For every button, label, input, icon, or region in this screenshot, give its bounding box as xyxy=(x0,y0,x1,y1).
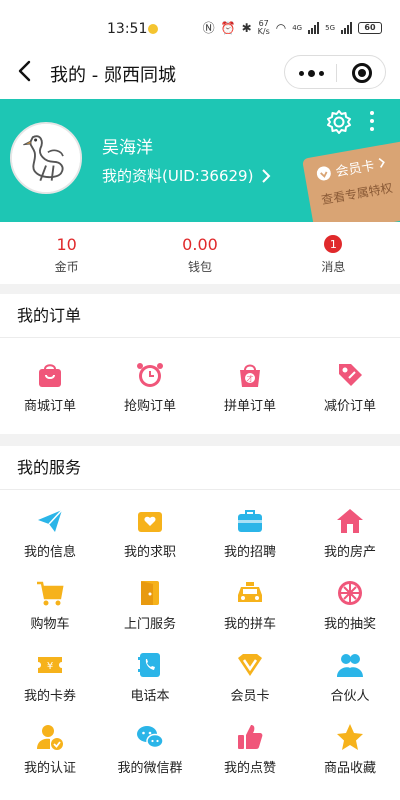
signal-label-1: 4G xyxy=(292,23,303,32)
service-vip-card[interactable]: 会员卡 xyxy=(200,636,300,708)
service-partners[interactable]: 合伙人 xyxy=(300,636,400,708)
battery-icon: 60 xyxy=(358,21,382,34)
order-mall[interactable]: 商城订单 xyxy=(0,338,100,428)
briefcase-icon xyxy=(238,510,262,532)
vip-card-label: 会员卡 xyxy=(334,158,376,181)
page-title: 我的 - 郧西同城 xyxy=(50,65,176,86)
cart-icon xyxy=(37,581,64,606)
wallet-value: 0.00 xyxy=(182,234,218,254)
lottery-wheel-icon xyxy=(338,581,362,605)
vip-card-badge[interactable]: 会员卡 查看专属特权 xyxy=(302,138,400,222)
partners-icon xyxy=(337,654,363,677)
service-recruitment[interactable]: 我的招聘 xyxy=(200,492,300,564)
order-price-cut[interactable]: 减价订单 xyxy=(300,338,400,428)
order-group-buy[interactable]: 才 拼单订单 xyxy=(200,338,300,428)
settings-gear-icon[interactable] xyxy=(326,109,352,135)
service-coupons[interactable]: ¥ 我的卡券 xyxy=(0,636,100,708)
house-icon xyxy=(337,509,363,533)
job-envelope-icon xyxy=(138,512,162,532)
thumbs-up-icon xyxy=(238,725,263,749)
signal-label-2: 5G xyxy=(325,23,335,32)
message-count-badge: 1 xyxy=(324,235,343,253)
back-arrow-icon[interactable] xyxy=(14,58,36,84)
orders-title: 我的订单 xyxy=(0,294,400,338)
alarm-clock-icon xyxy=(137,363,163,387)
svg-text:才: 才 xyxy=(247,374,254,383)
price-tag-icon xyxy=(339,364,362,386)
service-my-info[interactable]: 我的信息 xyxy=(0,492,100,564)
vip-chevron-icon xyxy=(378,157,385,168)
signal-bars-icon xyxy=(308,21,320,34)
wifi-icon: ◠ xyxy=(275,20,287,35)
service-cart[interactable]: 购物车 xyxy=(0,564,100,636)
coins-label: 金币 xyxy=(54,260,79,274)
more-vertical-icon[interactable] xyxy=(370,111,374,131)
stats-bar: 10 金币 0.00 钱包 1 消息 xyxy=(0,222,400,284)
signal-bars-icon-2 xyxy=(341,21,352,34)
taxi-icon xyxy=(238,582,262,602)
goose-avatar-icon xyxy=(12,124,80,192)
profile-link-text: 我的资料(UID:36629) xyxy=(102,167,254,185)
capsule-divider xyxy=(336,64,337,82)
shopping-bag-icon xyxy=(39,364,61,387)
door-icon xyxy=(141,581,159,605)
services-section: 我的服务 我的信息 我的求职 我的招聘 我的房产 购物车 上门服务 我的拼车 我… xyxy=(0,446,400,800)
vip-heart-icon xyxy=(316,165,331,180)
stat-messages[interactable]: 1 消息 xyxy=(267,222,400,284)
notification-dot-icon xyxy=(148,24,158,34)
close-target-icon[interactable] xyxy=(352,63,372,83)
verified-user-icon xyxy=(37,725,63,750)
service-carpool[interactable]: 我的拼车 xyxy=(200,564,300,636)
messages-label: 消息 xyxy=(321,260,346,274)
app-header: 我的 - 郧西同城 xyxy=(0,44,400,100)
service-door-to-door[interactable]: 上门服务 xyxy=(100,564,200,636)
chevron-right-icon xyxy=(262,168,271,183)
wechat-group-icon xyxy=(137,726,164,749)
my-profile-link[interactable]: 我的资料(UID:36629) xyxy=(102,165,271,186)
more-menu-icon[interactable] xyxy=(299,70,324,77)
service-verification[interactable]: 我的认证 xyxy=(0,708,100,780)
profile-banner: 吴海洋 我的资料(UID:36629) 会员卡 查看专属特权 xyxy=(0,99,400,222)
username: 吴海洋 xyxy=(102,138,153,158)
net-speed: 67 K/s xyxy=(257,18,270,36)
mini-program-capsule xyxy=(284,55,386,89)
nfc-icon: Ⓝ xyxy=(202,21,215,35)
bluetooth-icon: ✱ xyxy=(241,20,252,35)
wallet-label: 钱包 xyxy=(187,260,212,274)
status-time: 13:51 xyxy=(107,21,148,37)
service-phonebook[interactable]: 电话本 xyxy=(100,636,200,708)
star-icon xyxy=(337,724,363,750)
service-lottery[interactable]: 我的抽奖 xyxy=(300,564,400,636)
service-real-estate[interactable]: 我的房产 xyxy=(300,492,400,564)
stat-wallet[interactable]: 0.00 钱包 xyxy=(133,222,266,284)
avatar[interactable] xyxy=(10,122,82,194)
stat-coins[interactable]: 10 金币 xyxy=(0,222,133,284)
paper-plane-icon xyxy=(38,509,63,532)
order-flash-sale[interactable]: 抢购订单 xyxy=(100,338,200,428)
group-bag-icon: 才 xyxy=(240,364,260,387)
service-job-seeking[interactable]: 我的求职 xyxy=(100,492,200,564)
vip-diamond-icon xyxy=(238,654,262,676)
svg-text:¥: ¥ xyxy=(47,661,53,672)
service-favorites[interactable]: 商品收藏 xyxy=(300,708,400,780)
coupon-icon: ¥ xyxy=(38,657,62,673)
phonebook-icon xyxy=(138,653,160,677)
service-likes[interactable]: 我的点赞 xyxy=(200,708,300,780)
service-wechat-groups[interactable]: 我的微信群 xyxy=(100,708,200,780)
status-icons: Ⓝ ⏰ ✱ 67 K/s ◠ 4G 5G 60 xyxy=(203,19,382,36)
coins-value: 10 xyxy=(56,234,77,254)
services-title: 我的服务 xyxy=(0,446,400,490)
alarm-icon: ⏰ xyxy=(220,20,236,35)
orders-section: 我的订单 商城订单 抢购订单 才 拼单订单 减价订单 xyxy=(0,294,400,434)
